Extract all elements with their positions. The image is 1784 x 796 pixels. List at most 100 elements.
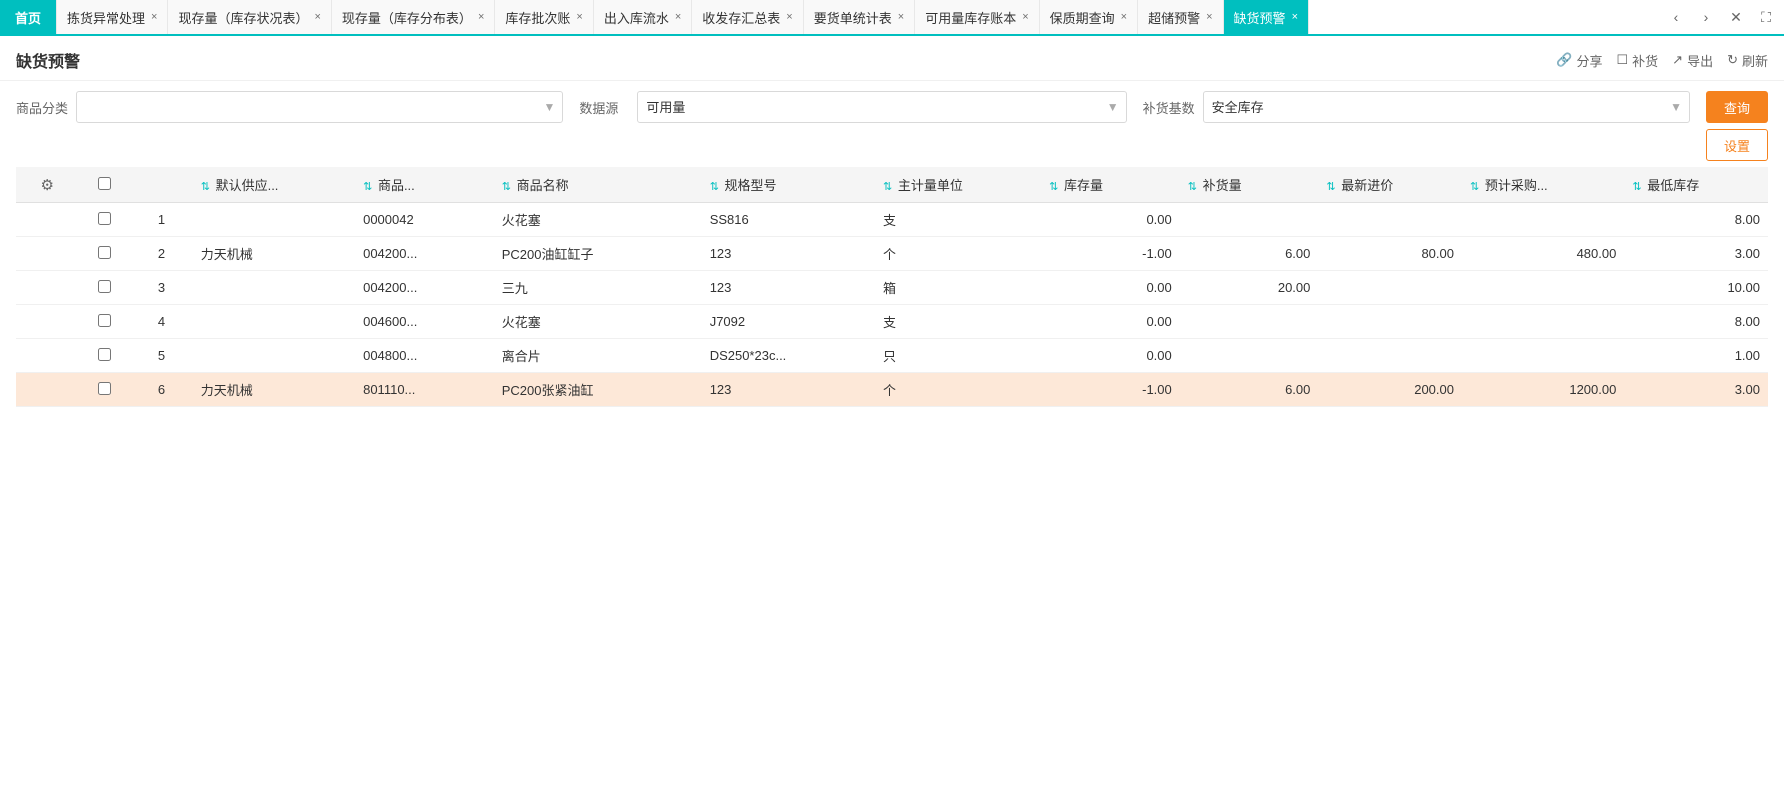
close-tab-inventory-status[interactable]: ×	[314, 11, 320, 23]
replenish-icon: ☐	[1616, 52, 1628, 68]
row-checkbox-cell[interactable]	[78, 203, 130, 237]
close-tab-expiry[interactable]: ×	[1121, 11, 1127, 23]
row-est-purchase: 480.00	[1462, 237, 1624, 271]
data-table: ⚙ ⇅ 默认供应... ⇅ 商品... ⇅	[16, 167, 1768, 407]
row-replenish-qty: 6.00	[1180, 373, 1319, 407]
filter-section: 商品分类 ▼ 数据源 可用量 ▼ 补货基数 安全库存	[0, 81, 1784, 167]
tab-inventory-status[interactable]: 现存量（库存状况表） ×	[168, 0, 331, 35]
row-checkbox[interactable]	[98, 348, 111, 361]
tab-batch[interactable]: 库存批次账 ×	[495, 0, 593, 35]
tab-receive-summary[interactable]: 收发存汇总表 ×	[692, 0, 803, 35]
tab-order-stats[interactable]: 要货单统计表 ×	[804, 0, 915, 35]
table-row: 5 004800... 离合片 DS250*23c... 只 0.00 1.00	[16, 339, 1768, 373]
tab-overstock[interactable]: 超储预警 ×	[1138, 0, 1223, 35]
col-min-stock[interactable]: ⇅ 最低库存	[1624, 167, 1768, 203]
nav-prev-button[interactable]: ‹	[1662, 3, 1690, 31]
row-no: 4	[130, 305, 192, 339]
col-unit[interactable]: ⇅ 主计量单位	[875, 167, 1041, 203]
row-supplier	[193, 305, 355, 339]
tab-abnormal[interactable]: 拣货异常处理 ×	[57, 0, 168, 35]
tab-shortage[interactable]: 缺货预警 ×	[1224, 0, 1309, 35]
close-tab-available-ledger[interactable]: ×	[1022, 11, 1028, 23]
tab-inventory-dist[interactable]: 现存量（库存分布表） ×	[332, 0, 495, 35]
sort-supplier-icon: ⇅	[201, 181, 210, 193]
row-settings-cell	[16, 339, 78, 373]
share-icon: 🔗	[1556, 52, 1572, 68]
replenish-action[interactable]: ☐ 补货	[1616, 51, 1658, 70]
row-product-code: 004600...	[355, 305, 494, 339]
table-row: 6 力天机械 801110... PC200张紧油缸 123 个 -1.00 6…	[16, 373, 1768, 407]
tab-home[interactable]: 首页	[0, 0, 57, 35]
action-buttons: 查询 设置	[1706, 91, 1768, 161]
row-stock: -1.00	[1041, 237, 1180, 271]
row-product-name: 火花塞	[494, 203, 702, 237]
row-checkbox[interactable]	[98, 246, 111, 259]
export-action[interactable]: ↗ 导出	[1672, 51, 1713, 70]
col-stock[interactable]: ⇅ 库存量	[1041, 167, 1180, 203]
tab-available-ledger[interactable]: 可用量库存账本 ×	[915, 0, 1039, 35]
close-tab-overstock[interactable]: ×	[1206, 11, 1212, 23]
tab-expiry[interactable]: 保质期查询 ×	[1040, 0, 1138, 35]
row-spec: 123	[702, 237, 875, 271]
close-tab-inout-flow[interactable]: ×	[675, 11, 681, 23]
nav-fullscreen-button[interactable]: ⛶	[1752, 3, 1780, 31]
col-product-name[interactable]: ⇅ 商品名称	[494, 167, 702, 203]
row-no: 5	[130, 339, 192, 373]
row-est-purchase	[1462, 271, 1624, 305]
share-action[interactable]: 🔗 分享	[1556, 51, 1602, 70]
close-tab-inventory-dist[interactable]: ×	[478, 11, 484, 23]
datasource-label: 数据源	[579, 98, 629, 117]
close-tab-abnormal[interactable]: ×	[151, 11, 157, 23]
replenish-select[interactable]: 安全库存	[1203, 91, 1690, 123]
table-row: 2 力天机械 004200... PC200油缸缸子 123 个 -1.00 6…	[16, 237, 1768, 271]
row-checkbox-cell[interactable]	[78, 237, 130, 271]
category-select[interactable]	[76, 91, 563, 123]
col-spec[interactable]: ⇅ 规格型号	[702, 167, 875, 203]
replenish-filter-group: 补货基数 安全库存 ▼	[1143, 91, 1690, 123]
table-row: 3 004200... 三九 123 箱 0.00 20.00 10.00	[16, 271, 1768, 305]
select-all-checkbox[interactable]	[98, 177, 111, 190]
table-section: ⚙ ⇅ 默认供应... ⇅ 商品... ⇅	[0, 167, 1784, 407]
row-checkbox-cell[interactable]	[78, 305, 130, 339]
row-spec: 123	[702, 373, 875, 407]
col-latest-price[interactable]: ⇅ 最新进价	[1318, 167, 1462, 203]
row-checkbox-cell[interactable]	[78, 271, 130, 305]
row-supplier: 力天机械	[193, 237, 355, 271]
col-product-code[interactable]: ⇅ 商品...	[355, 167, 494, 203]
close-tab-receive-summary[interactable]: ×	[786, 11, 792, 23]
row-spec: DS250*23c...	[702, 339, 875, 373]
sort-est-purchase-icon: ⇅	[1470, 181, 1479, 193]
category-filter-group: 商品分类 ▼	[16, 91, 563, 123]
row-product-name: PC200张紧油缸	[494, 373, 702, 407]
col-settings[interactable]: ⚙	[16, 167, 78, 203]
row-replenish-qty	[1180, 203, 1319, 237]
row-checkbox[interactable]	[98, 212, 111, 225]
row-product-name: 离合片	[494, 339, 702, 373]
col-est-purchase[interactable]: ⇅ 预计采购...	[1462, 167, 1624, 203]
row-min-stock: 3.00	[1624, 373, 1768, 407]
close-tab-order-stats[interactable]: ×	[898, 11, 904, 23]
datasource-select[interactable]: 可用量	[637, 91, 1126, 123]
tab-inout-flow[interactable]: 出入库流水 ×	[594, 0, 692, 35]
row-latest-price	[1318, 203, 1462, 237]
row-checkbox-cell[interactable]	[78, 373, 130, 407]
row-product-name: 火花塞	[494, 305, 702, 339]
row-checkbox[interactable]	[98, 280, 111, 293]
close-tab-batch[interactable]: ×	[576, 11, 582, 23]
row-replenish-qty	[1180, 339, 1319, 373]
col-replenish-qty[interactable]: ⇅ 补货量	[1180, 167, 1319, 203]
col-supplier[interactable]: ⇅ 默认供应...	[193, 167, 355, 203]
row-stock: 0.00	[1041, 271, 1180, 305]
row-checkbox[interactable]	[98, 382, 111, 395]
settings-button[interactable]: 设置	[1706, 129, 1768, 161]
row-latest-price	[1318, 339, 1462, 373]
row-checkbox-cell[interactable]	[78, 339, 130, 373]
row-supplier	[193, 203, 355, 237]
close-tab-shortage[interactable]: ×	[1292, 11, 1298, 23]
refresh-action[interactable]: ↻ 刷新	[1727, 51, 1768, 70]
nav-next-button[interactable]: ›	[1692, 3, 1720, 31]
query-button[interactable]: 查询	[1706, 91, 1768, 123]
nav-close-button[interactable]: ✕	[1722, 3, 1750, 31]
row-checkbox[interactable]	[98, 314, 111, 327]
row-est-purchase	[1462, 339, 1624, 373]
